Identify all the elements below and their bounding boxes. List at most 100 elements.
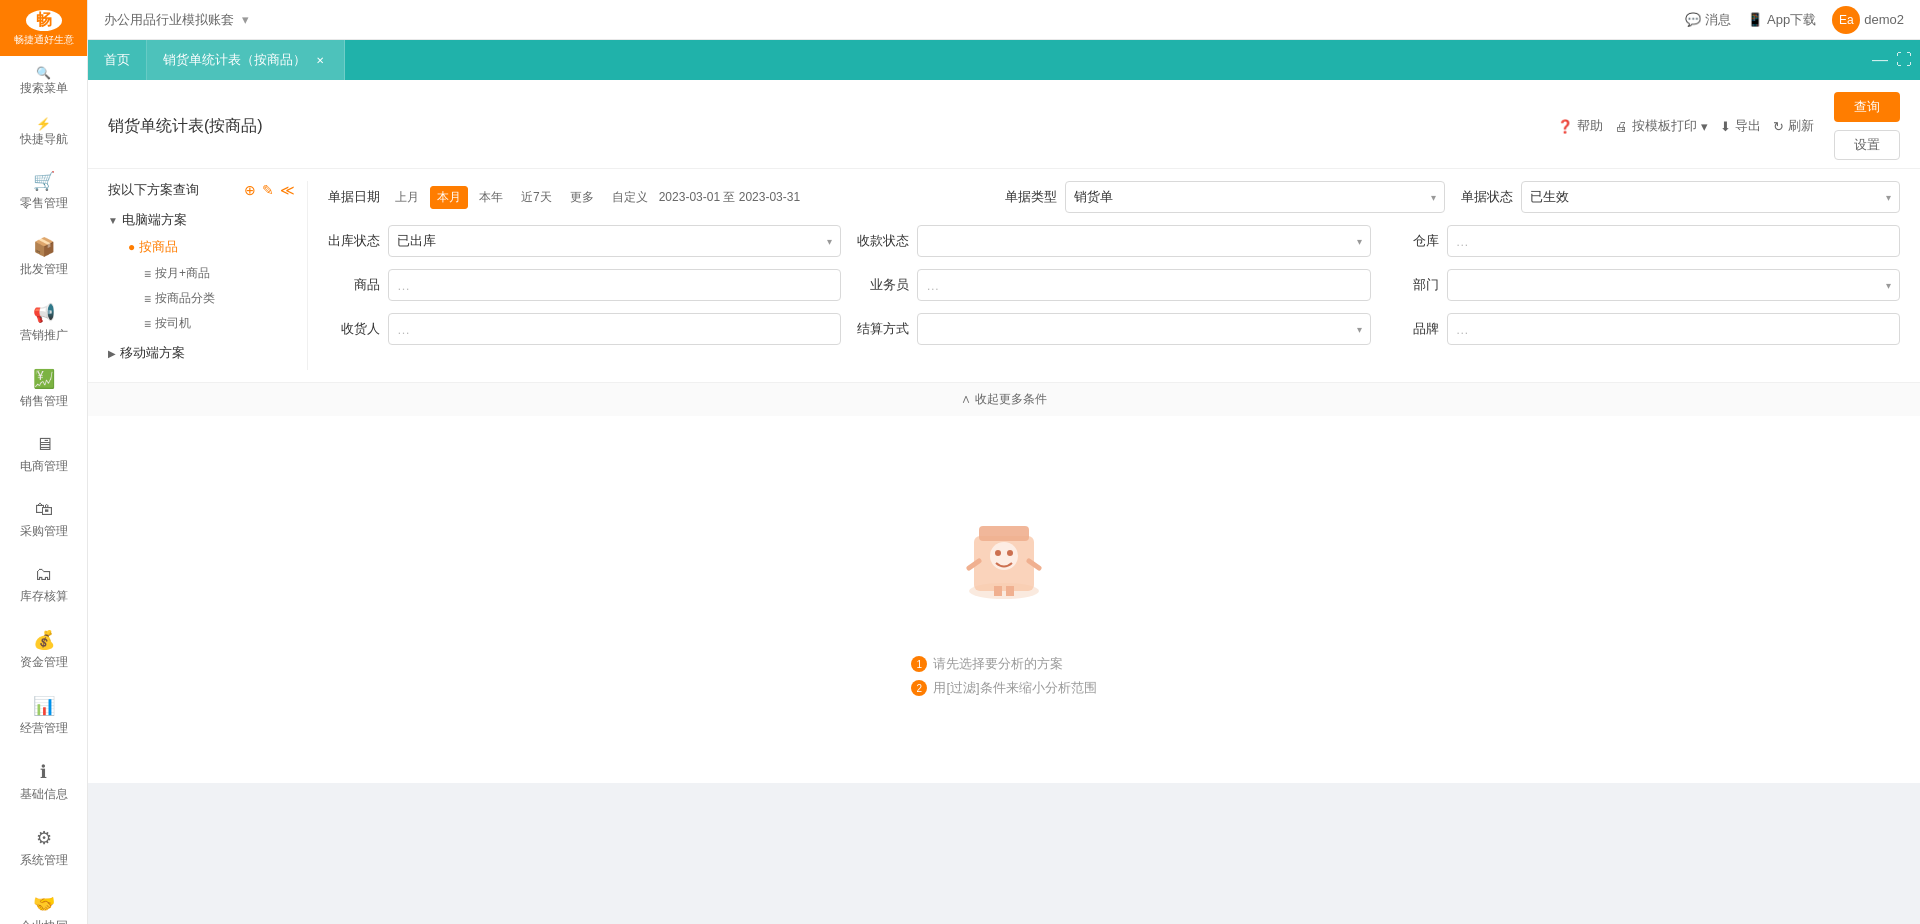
tab-close-icon[interactable]: ✕ <box>312 52 328 68</box>
sales-icon: 💹 <box>33 368 55 390</box>
empty-hint1: 请先选择要分析的方案 <box>933 655 1063 673</box>
help-label: 帮助 <box>1577 117 1603 135</box>
sidebar-item-marketing[interactable]: 📢 营销推广 <box>0 290 87 356</box>
empty-state: 1 请先选择要分析的方案 2 用[过滤]条件来缩小分析范围 <box>88 416 1920 783</box>
help-btn[interactable]: ❓ 帮助 <box>1557 117 1603 135</box>
filter-warehouse: 仓库 … <box>1383 225 1900 257</box>
sidebar-item-sales[interactable]: 💹 销售管理 <box>0 356 87 422</box>
avatar-initials: Ea <box>1839 13 1854 27</box>
settings-button[interactable]: 设置 <box>1834 130 1900 160</box>
tab-minimize-icon[interactable]: — <box>1872 51 1888 69</box>
scheme-group-mobile: ▶ 移动端方案 <box>108 340 295 366</box>
date-btn-last-month[interactable]: 上月 <box>388 186 426 209</box>
status-value: 已生效 <box>1530 188 1569 206</box>
print-btn[interactable]: 🖨 按模板打印 ▾ <box>1615 117 1708 135</box>
help-icon: ❓ <box>1557 119 1573 134</box>
date-btn-last7days[interactable]: 近7天 <box>514 186 559 209</box>
scheme-sub-item-by-company[interactable]: ≡ 按司机 <box>108 311 295 336</box>
receiver-dots: … <box>397 322 410 337</box>
refresh-btn[interactable]: ↻ 刷新 <box>1773 117 1814 135</box>
filter-type: 单据类型 销货单 ▾ <box>1001 181 1444 213</box>
payment-select[interactable]: ▾ <box>917 225 1370 257</box>
outbound-value: 已出库 <box>397 232 436 250</box>
main-area: 办公用品行业模拟账套 ▾ 💬 消息 📱 App下载 Ea demo2 首页 <box>88 0 1920 924</box>
sidebar-item-system[interactable]: ⚙ 系统管理 <box>0 815 87 881</box>
user-avatar-btn[interactable]: Ea demo2 <box>1832 6 1904 34</box>
product-select[interactable]: … <box>388 269 841 301</box>
warehouse-select[interactable]: … <box>1447 225 1900 257</box>
outbound-label: 出库状态 <box>324 232 380 250</box>
message-btn[interactable]: 💬 消息 <box>1685 11 1731 29</box>
sidebar-item-finance[interactable]: 💰 资金管理 <box>0 617 87 683</box>
empty-text: 1 请先选择要分析的方案 2 用[过滤]条件来缩小分析范围 <box>911 655 1096 703</box>
filter-product: 商品 … <box>324 269 841 301</box>
product-label: 商品 <box>324 276 380 294</box>
message-label: 消息 <box>1705 11 1731 29</box>
sidebar-item-ecommerce[interactable]: 🖥 电商管理 <box>0 422 87 487</box>
salesperson-dots: … <box>926 278 939 293</box>
svg-point-4 <box>995 550 1001 556</box>
scheme-group-header-mobile[interactable]: ▶ 移动端方案 <box>108 340 295 366</box>
scheme-item-by-product[interactable]: ● 按商品 <box>108 233 295 261</box>
settlement-select[interactable]: ▾ <box>917 313 1370 345</box>
empty-illustration <box>944 496 1064 635</box>
top-bar: 办公用品行业模拟账套 ▾ 💬 消息 📱 App下载 Ea demo2 <box>88 0 1920 40</box>
scheme-edit-icon[interactable]: ✎ <box>262 182 274 198</box>
payment-label: 收款状态 <box>853 232 909 250</box>
brand-select[interactable]: … <box>1447 313 1900 345</box>
scheme-add-icon[interactable]: ⊕ <box>244 182 256 198</box>
sidebar-item-enterprise[interactable]: 🤝 企业协同 <box>0 881 87 924</box>
tab-maximize-icon[interactable]: ⛶ <box>1896 51 1912 69</box>
sidebar-item-basic[interactable]: ℹ 基础信息 <box>0 749 87 815</box>
print-label: 按模板打印 <box>1632 117 1697 135</box>
salesperson-select[interactable]: … <box>917 269 1370 301</box>
industry-dropdown-icon[interactable]: ▾ <box>242 12 249 27</box>
scheme-group-header-pc[interactable]: ▼ 电脑端方案 <box>108 207 295 233</box>
scheme-panel: 按以下方案查询 ⊕ ✎ ≪ ▼ 电脑端方案 ● <box>108 181 308 370</box>
content-area: 销货单统计表(按商品) ❓ 帮助 🖨 按模板打印 ▾ ⬇ 导出 <box>88 80 1920 924</box>
warehouse-dots: … <box>1456 234 1469 249</box>
date-btn-more[interactable]: 更多 <box>563 186 601 209</box>
export-btn[interactable]: ⬇ 导出 <box>1720 117 1761 135</box>
app-download-btn[interactable]: 📱 App下载 <box>1747 11 1816 29</box>
sidebar-item-retail[interactable]: 🛒 零售管理 <box>0 158 87 224</box>
sidebar-search-menu[interactable]: 🔍 搜索菜单 <box>20 56 68 107</box>
dept-select[interactable]: ▾ <box>1447 269 1900 301</box>
quick-nav-icon: ⚡ <box>36 117 51 131</box>
message-icon: 💬 <box>1685 12 1701 27</box>
sidebar-item-wholesale[interactable]: 📦 批发管理 <box>0 224 87 290</box>
sidebar-item-inventory[interactable]: 🗂 库存核算 <box>0 552 87 617</box>
sales-label: 销售管理 <box>20 393 68 410</box>
outbound-select[interactable]: 已出库 ▾ <box>388 225 841 257</box>
scheme-sub-item-by-category[interactable]: ≡ 按商品分类 <box>108 286 295 311</box>
filter-row-3: 商品 … 业务员 … 部门 <box>324 269 1900 301</box>
dept-dropdown-icon: ▾ <box>1886 280 1891 291</box>
receiver-select[interactable]: … <box>388 313 841 345</box>
sidebar-quick-nav[interactable]: ⚡ 快捷导航 <box>20 107 68 158</box>
tab-home[interactable]: 首页 <box>88 40 147 80</box>
sidebar-item-operations[interactable]: 📊 经营管理 <box>0 683 87 749</box>
status-select[interactable]: 已生效 ▾ <box>1521 181 1900 213</box>
tab-sales-stat[interactable]: 销货单统计表（按商品） ✕ <box>147 40 345 80</box>
brand-dots: … <box>1456 322 1469 337</box>
app-download-icon: 📱 <box>1747 12 1763 27</box>
scheme-group-pc: ▼ 电脑端方案 ● 按商品 ≡ 按月+商品 <box>108 207 295 336</box>
action-btns: 查询 设置 <box>1826 92 1900 160</box>
date-btn-this-year[interactable]: 本年 <box>472 186 510 209</box>
type-value: 销货单 <box>1074 188 1113 206</box>
scheme-header-label: 按以下方案查询 <box>108 181 238 199</box>
date-btn-this-month[interactable]: 本月 <box>430 186 468 209</box>
purchase-icon: 🛍 <box>35 499 53 520</box>
scheme-sub-item-by-month-product[interactable]: ≡ 按月+商品 <box>108 261 295 286</box>
collapse-bar[interactable]: ∧ 收起更多条件 <box>88 382 1920 416</box>
filter-salesperson: 业务员 … <box>853 269 1370 301</box>
type-select[interactable]: 销货单 ▾ <box>1065 181 1444 213</box>
filter-status: 单据状态 已生效 ▾ <box>1457 181 1900 213</box>
query-button[interactable]: 查询 <box>1834 92 1900 122</box>
receiver-label: 收货人 <box>324 320 380 338</box>
scheme-collapse-icon[interactable]: ≪ <box>280 182 295 198</box>
wholesale-label: 批发管理 <box>20 261 68 278</box>
date-btn-custom[interactable]: 自定义 <box>605 186 655 209</box>
category-icon: ≡ <box>144 292 151 306</box>
sidebar-item-purchase[interactable]: 🛍 采购管理 <box>0 487 87 552</box>
